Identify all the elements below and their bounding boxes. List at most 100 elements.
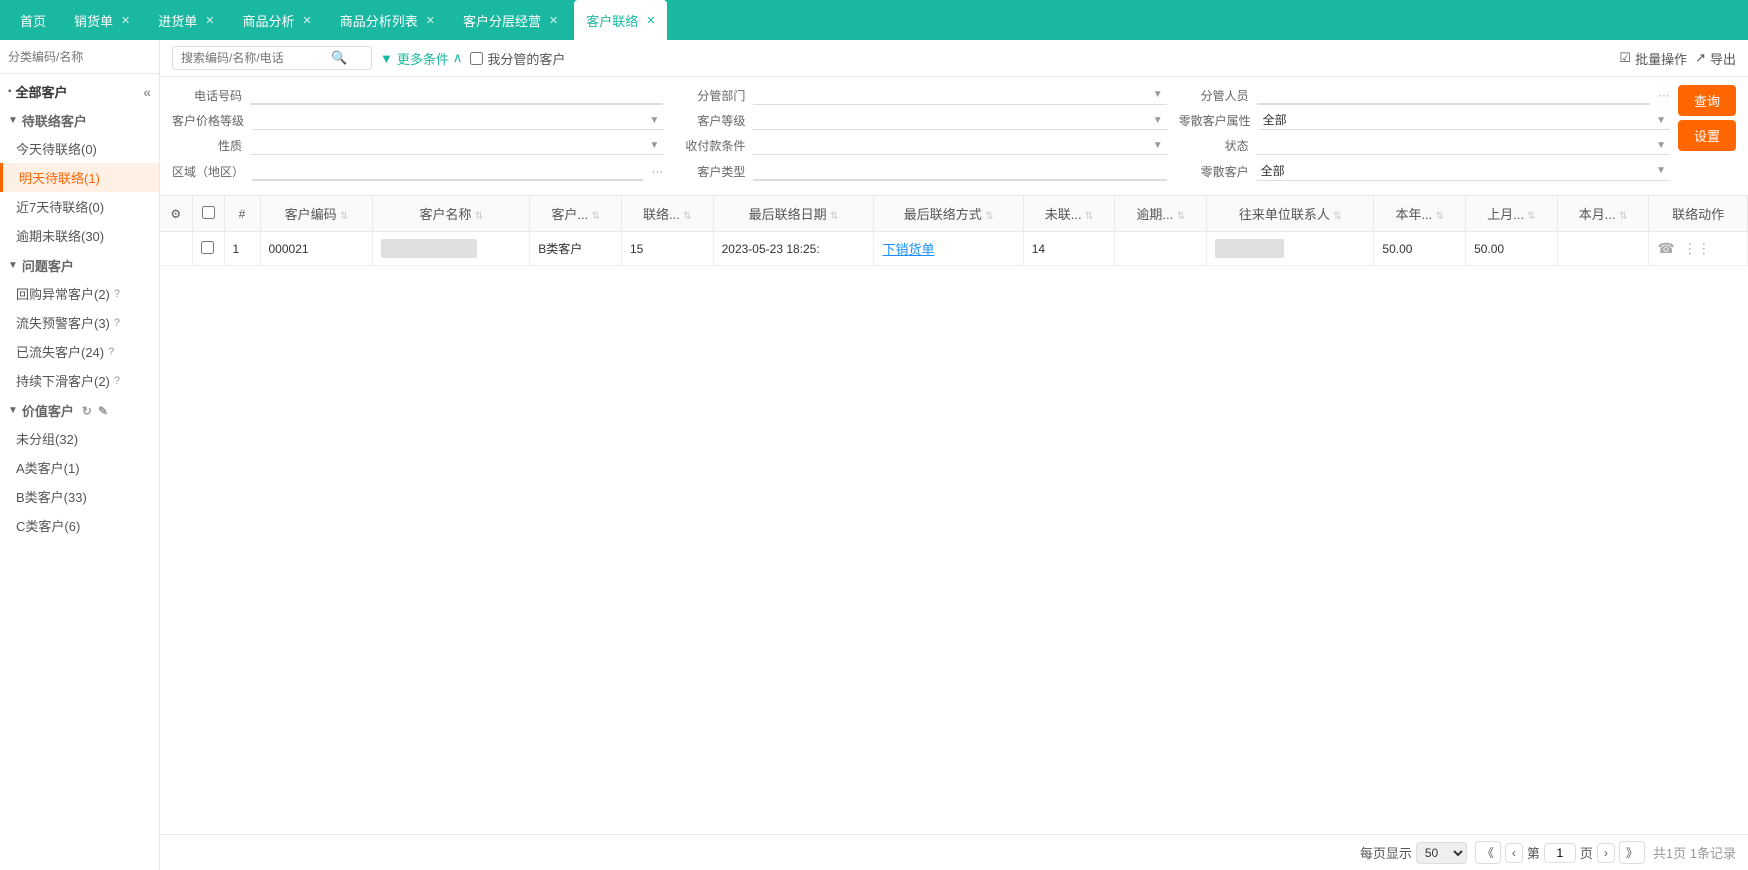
next-page-btn[interactable]: › [1597,843,1615,863]
nav-close-sales[interactable]: ✕ [121,14,130,27]
contact-action-icon[interactable]: ☎ [1657,240,1674,257]
phone-input[interactable] [250,85,663,104]
filter-row-3: 性质 ▼ 收付款条件 ▼ [172,136,1670,155]
sidebar-repurchase-abnormal[interactable]: 回购异常客户(2) ? [0,279,159,308]
search-wrap: 🔍 [172,46,372,70]
overdue-sort-icon: ⇅ [1177,211,1185,222]
row-select-checkbox[interactable] [201,241,214,254]
person-input[interactable] [1257,85,1650,104]
last-page-btn[interactable]: 》 [1619,841,1645,864]
my-customers-checkbox[interactable] [470,52,483,65]
name-sort-icon: ⇅ [475,211,483,222]
code-col-header[interactable]: 客户编码 ⇅ [260,196,373,232]
more-action-icon[interactable]: ⋮⋮ [1683,240,1711,257]
last-method-link[interactable]: 下销货单 [882,242,934,257]
contact-count-col-header[interactable]: 联络... ⇅ [621,196,713,232]
sidebar-churn-warning[interactable]: 流失预警客户(3) ? [0,308,159,337]
nav-close-customer-tiering[interactable]: ✕ [549,14,558,27]
num-col-header: # [224,196,260,232]
dept-select[interactable] [753,86,1166,104]
info-icon3: ? [108,346,114,358]
payment-select[interactable] [753,136,1166,154]
gender-select[interactable] [250,136,663,154]
retail-customer-select[interactable]: 全部 [1257,162,1670,180]
nav-close-product-analysis[interactable]: ✕ [303,14,312,27]
search-icon[interactable]: 🔍 [331,50,347,66]
row-settings [160,232,192,266]
no-contact-col-header[interactable]: 未联... ⇅ [1023,196,1115,232]
sidebar-c-customers[interactable]: C类客户(6) [0,511,159,540]
table-header-row: ⚙ # 客户编码 ⇅ 客户名称 ⇅ 客户... ⇅ 联络... ⇅ 最后联络日期… [160,196,1748,232]
filter-row-4: 区域（地区） ··· 客户类型 [172,161,1670,181]
nav-purchase[interactable]: 进货单 ✕ [146,0,226,40]
arrow-down-icon2: ▼ [8,260,18,271]
retail-attr-select[interactable]: 全部 [1259,111,1670,129]
row-unit-contact: ████ [1207,232,1374,266]
region-ellipsis[interactable]: ··· [651,164,663,178]
sidebar: 🔍 ▪ 全部客户 « ▼ 待联络客户 今天待联络(0) 明天待联络(1) 近7天… [0,40,160,870]
search-input[interactable] [181,51,331,65]
customer-type-input[interactable] [753,161,1166,180]
overdue-col-header[interactable]: 逾期... ⇅ [1115,196,1207,232]
nav-close-product-analysis-list[interactable]: ✕ [426,14,435,27]
collapse-btn[interactable]: « [143,84,151,100]
content-area: 🔍 ▼ 更多条件 ∧ 我分管的客户 ☑ 批量操作 ↗ 导出 [160,40,1748,870]
this-month-col-header[interactable]: 本月... ⇅ [1557,196,1649,232]
nav-home[interactable]: 首页 [8,0,58,40]
name-col-header[interactable]: 客户名称 ⇅ [373,196,530,232]
set-button[interactable]: 设置 [1678,120,1736,151]
advanced-filter: 电话号码 分管部门 ▼ [160,77,1748,196]
edit-icon[interactable]: ✎ [98,404,108,418]
price-level-select[interactable] [252,111,663,129]
person-ellipsis[interactable]: ··· [1658,88,1670,102]
last-contact-method-col-header[interactable]: 最后联络方式 ⇅ [874,196,1023,232]
nav-close-customer-contact[interactable]: ✕ [646,14,655,27]
chevron-icon: ∧ [453,50,463,66]
status-select[interactable] [1257,136,1670,154]
my-customers-wrap: 我分管的客户 [470,49,565,68]
more-conditions-btn[interactable]: ▼ 更多条件 ∧ [380,49,462,68]
last-month-col-header[interactable]: 上月... ⇅ [1466,196,1558,232]
select-all-checkbox[interactable] [202,206,215,219]
data-table: ⚙ # 客户编码 ⇅ 客户名称 ⇅ 客户... ⇅ 联络... ⇅ 最后联络日期… [160,196,1748,266]
filter-region: 区域（地区） ··· [172,161,663,181]
expand-icon: ▪ [8,86,12,97]
all-customers-header[interactable]: ▪ 全部客户 « [0,74,159,105]
row-last-month: 50.00 [1466,232,1558,266]
checkbox-col-header [192,196,224,232]
row-type: B类客户 [530,232,622,266]
refresh-icon[interactable]: ↻ [82,404,92,418]
nav-customer-contact[interactable]: 客户联络 ✕ [574,0,667,40]
nav-close-purchase[interactable]: ✕ [205,14,214,27]
sidebar-ungrouped[interactable]: 未分组(32) [0,424,159,453]
sidebar-tomorrow-contact[interactable]: 明天待联络(1) [0,163,159,192]
query-button[interactable]: 查询 [1678,85,1736,116]
page-size-select[interactable]: 50 100 [1416,842,1467,864]
sidebar-overdue-contact[interactable]: 逾期未联络(30) [0,221,159,250]
settings-col-header[interactable]: ⚙ [160,196,192,232]
group-value-customers: ▼ 价值客户 ↻ ✎ [0,395,159,424]
region-input[interactable] [252,161,643,180]
prev-page-btn[interactable]: ‹ [1505,843,1523,863]
this-year-col-header[interactable]: 本年... ⇅ [1374,196,1466,232]
page-input[interactable] [1544,843,1576,863]
sidebar-a-customers[interactable]: A类客户(1) [0,453,159,482]
code-sort-icon: ⇅ [340,211,348,222]
last-contact-date-col-header[interactable]: 最后联络日期 ⇅ [713,196,874,232]
sidebar-7day-contact[interactable]: 近7天待联络(0) [0,192,159,221]
sidebar-today-contact[interactable]: 今天待联络(0) [0,134,159,163]
nav-product-analysis-list[interactable]: 商品分析列表 ✕ [328,0,447,40]
sidebar-b-customers[interactable]: B类客户(33) [0,482,159,511]
export-btn[interactable]: ↗ 导出 [1695,49,1736,68]
nav-sales-order[interactable]: 销货单 ✕ [62,0,142,40]
first-page-btn[interactable]: 《 [1475,841,1501,864]
nav-product-analysis[interactable]: 商品分析 ✕ [230,0,323,40]
unit-contact-col-header[interactable]: 往来单位联系人 ⇅ [1207,196,1374,232]
sidebar-search-input[interactable] [8,50,160,64]
customer-level-select[interactable] [753,111,1166,129]
sidebar-churned[interactable]: 已流失客户(24) ? [0,337,159,366]
nav-customer-tiering[interactable]: 客户分层经营 ✕ [451,0,570,40]
batch-op-btn[interactable]: ☑ 批量操作 [1619,49,1687,68]
sidebar-declining[interactable]: 持续下滑客户(2) ? [0,366,159,395]
type-col-header[interactable]: 客户... ⇅ [530,196,622,232]
